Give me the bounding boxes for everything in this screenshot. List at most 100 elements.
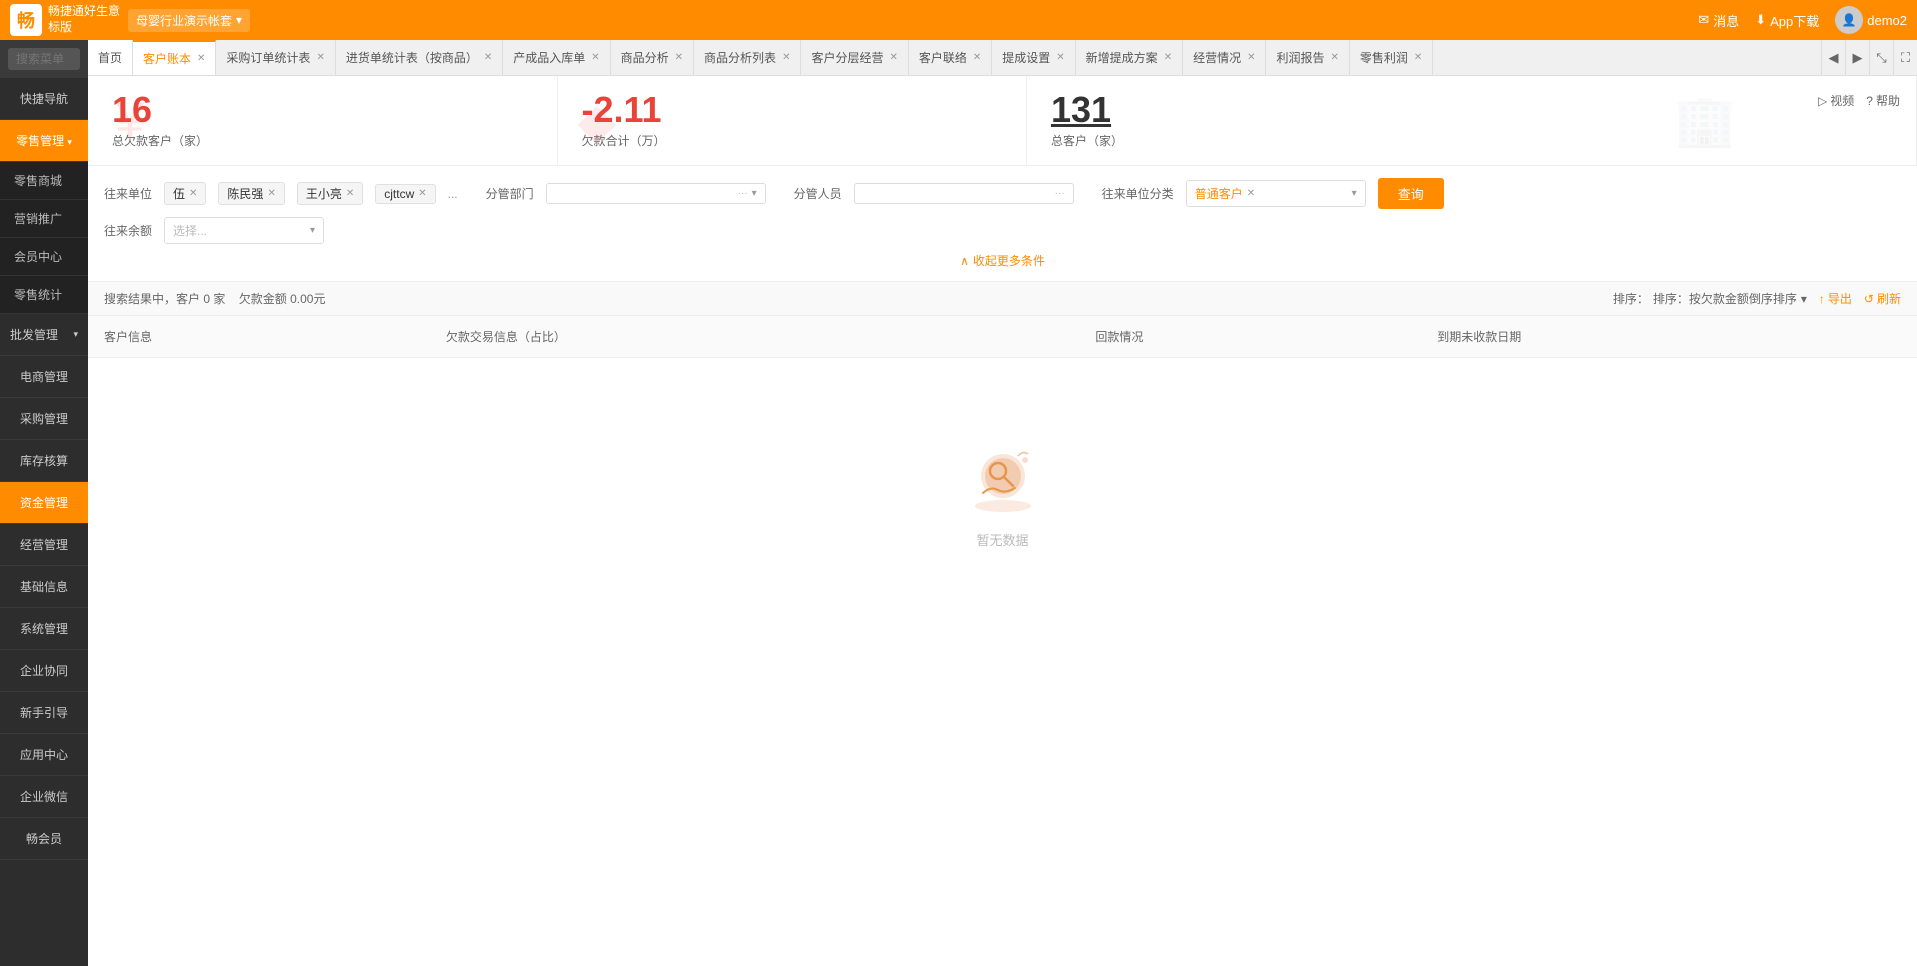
filter-tag-close-wu[interactable]: ✕ <box>189 188 197 199</box>
filter-tag-close-cjttcw[interactable]: ✕ <box>418 188 426 199</box>
refresh-button[interactable]: ↺ 刷新 <box>1864 290 1901 307</box>
tab-retail-profit[interactable]: 零售利润 ✕ <box>1350 40 1433 76</box>
sidebar-item-new-guide[interactable]: 新手引导 <box>0 692 88 734</box>
tab-close-new-promotion-plan[interactable]: ✕ <box>1164 52 1172 63</box>
export-button[interactable]: ↑ 导出 <box>1819 290 1852 307</box>
collapse-row: ∧ 收起更多条件 <box>104 252 1901 269</box>
tab-close-business-status[interactable]: ✕ <box>1247 52 1255 63</box>
user-avatar-btn[interactable]: 👤 demo2 <box>1835 6 1907 34</box>
sidebar-item-retail-stats[interactable]: 零售统计 <box>0 276 88 314</box>
main-layout: 快捷导航 零售管理 ▾ 零售商城 营销推广 会员中心 零售统计 批发管理 ▾ 电… <box>0 40 1917 966</box>
tab-close-product-purchase-list[interactable]: ✕ <box>591 52 599 63</box>
sidebar-item-vip-member[interactable]: 畅会员 <box>0 818 88 860</box>
tab-customer-ledger[interactable]: 客户账本 ✕ <box>133 40 216 76</box>
tab-profit-report[interactable]: 利润报告 ✕ <box>1266 40 1349 76</box>
tab-close-customer-segment[interactable]: ✕ <box>889 52 897 63</box>
sidebar-item-system-mgmt[interactable]: 系统管理 <box>0 608 88 650</box>
stat-icon-building: 🏢 <box>1674 91 1736 150</box>
stat-card-credit-customers: ¥ 16 总欠款客户（家） <box>88 76 558 165</box>
stat-value-total-customers: 131 <box>1051 92 1123 128</box>
tab-close-customer-ledger[interactable]: ✕ <box>197 53 205 64</box>
filter-dept-select[interactable]: ··· ▾ <box>546 183 766 204</box>
message-btn[interactable]: ✉ 消息 <box>1698 11 1739 30</box>
sidebar-item-wholesale-mgmt[interactable]: 批发管理 ▾ <box>0 314 88 356</box>
tab-close-profit-report[interactable]: ✕ <box>1331 52 1339 63</box>
filter-tag-unit-chenminqiang: 陈民强 ✕ <box>218 182 284 205</box>
search-result-text: 搜索结果中，客户 0 家 欠款金额 0.00元 <box>104 290 325 307</box>
sort-button[interactable]: 排序： 排序：按欠款金额倒序排序 ▾ <box>1613 290 1807 307</box>
table-header: 客户信息 欠款交易信息（占比） 回款情况 到期未收款日期 <box>88 316 1917 358</box>
sidebar-item-basic-info[interactable]: 基础信息 <box>0 566 88 608</box>
query-button[interactable]: 查询 <box>1378 178 1444 209</box>
sidebar-item-enterprise-coop[interactable]: 企业协同 <box>0 650 88 692</box>
help-btn[interactable]: ? 帮助 <box>1866 92 1900 109</box>
tab-nav-fullscreen[interactable]: ⛶ <box>1893 40 1917 76</box>
filter-tag-unit-cjttcw: cjttcw ✕ <box>375 184 435 204</box>
sidebar-item-retail-mall[interactable]: 零售商城 <box>0 162 88 200</box>
tab-nav-next[interactable]: ▶ <box>1845 40 1869 76</box>
app-download-btn[interactable]: ⬇ App下载 <box>1755 11 1819 30</box>
collapse-btn[interactable]: ∧ 收起更多条件 <box>960 252 1045 269</box>
sidebar-retail-sub: 零售商城 营销推广 会员中心 零售统计 <box>0 162 88 314</box>
filter-balance-select[interactable]: 选择... ▾ <box>164 217 324 244</box>
filter-row-1: 往来单位 伍 ✕ 陈民强 ✕ 王小亮 ✕ <box>104 178 1901 209</box>
tab-product-analysis[interactable]: 商品分析 ✕ <box>611 40 694 76</box>
logo-icon: 畅 <box>10 4 42 36</box>
filter-dept-label: 分管部门 <box>486 185 534 202</box>
tab-product-purchase-list[interactable]: 产成品入库单 ✕ <box>503 40 610 76</box>
avatar: 👤 <box>1835 6 1863 34</box>
results-right: 排序： 排序：按欠款金额倒序排序 ▾ ↑ 导出 ↺ 刷新 <box>1613 290 1901 307</box>
tab-close-product-analysis-list[interactable]: ✕ <box>782 52 790 63</box>
tab-close-purchase-stats-by-product[interactable]: ✕ <box>484 52 492 63</box>
tab-nav-prev[interactable]: ◀ <box>1821 40 1845 76</box>
top-bar: 畅 畅捷通好生意 标版 母婴行业演示帐套 ▾ ✉ 消息 ⬇ App下载 👤 <box>0 0 1917 40</box>
sidebar-item-operations-mgmt[interactable]: 经营管理 <box>0 524 88 566</box>
results-bar: 搜索结果中，客户 0 家 欠款金额 0.00元 排序： 排序：按欠款金额倒序排序 <box>88 282 1917 316</box>
account-dropdown[interactable]: 母婴行业演示帐套 ▾ <box>128 9 250 32</box>
filter-tag-close-ordinary[interactable]: ✕ <box>1247 188 1255 199</box>
col-overdue-tx-info: 欠款交易信息（占比） <box>430 316 1080 358</box>
tab-customer-contact[interactable]: 客户联络 ✕ <box>909 40 992 76</box>
tab-business-status[interactable]: 经营情况 ✕ <box>1183 40 1266 76</box>
filter-more-units[interactable]: ... <box>448 187 458 201</box>
top-bar-right: ✉ 消息 ⬇ App下载 👤 demo2 <box>1698 6 1907 34</box>
search-menu-input[interactable] <box>8 48 80 70</box>
tab-close-retail-profit[interactable]: ✕ <box>1414 52 1422 63</box>
sidebar-item-inventory-check[interactable]: 库存核算 <box>0 440 88 482</box>
sidebar-item-enterprise-wechat[interactable]: 企业微信 <box>0 776 88 818</box>
col-repayment: 回款情况 <box>1079 316 1421 358</box>
filter-tag-close-wangxiaoliang[interactable]: ✕ <box>346 188 354 199</box>
main-content: ¥ 16 总欠款客户（家） ◆ -2.11 欠款合计（万） <box>88 76 1917 966</box>
tab-close-product-analysis[interactable]: ✕ <box>675 52 683 63</box>
filter-area: 往来单位 伍 ✕ 陈民强 ✕ 王小亮 ✕ <box>88 166 1917 282</box>
sidebar-item-purchase-mgmt[interactable]: 采购管理 <box>0 398 88 440</box>
tab-purchase-order-stats[interactable]: 采购订单统计表 ✕ <box>216 40 335 76</box>
filter-person-select[interactable]: ··· <box>854 183 1074 204</box>
sidebar-item-finance-mgmt[interactable]: 资金管理 <box>0 482 88 524</box>
tab-customer-segment[interactable]: 客户分层经营 ✕ <box>801 40 908 76</box>
filter-unit-classify-select[interactable]: 普通客户 ✕ ▾ <box>1186 180 1366 207</box>
sidebar-item-quick-nav[interactable]: 快捷导航 <box>0 78 88 120</box>
sidebar-item-member-center[interactable]: 会员中心 <box>0 238 88 276</box>
tab-close-promotion-settings[interactable]: ✕ <box>1056 52 1064 63</box>
video-btn[interactable]: ▷ 视频 <box>1818 92 1854 109</box>
tab-promotion-settings[interactable]: 提成设置 ✕ <box>992 40 1075 76</box>
tab-product-analysis-list[interactable]: 商品分析列表 ✕ <box>694 40 801 76</box>
tab-new-promotion-plan[interactable]: 新增提成方案 ✕ <box>1076 40 1183 76</box>
stats-row: ¥ 16 总欠款客户（家） ◆ -2.11 欠款合计（万） <box>88 76 1917 166</box>
filter-tag-close-chenminqiang[interactable]: ✕ <box>267 188 275 199</box>
sidebar-item-retail-mgmt[interactable]: 零售管理 ▾ <box>0 120 88 162</box>
sidebar-item-marketing[interactable]: 营销推广 <box>0 200 88 238</box>
tab-purchase-stats-by-product[interactable]: 进货单统计表（按商品） ✕ <box>336 40 503 76</box>
tab-home[interactable]: 首页 <box>88 40 133 76</box>
tab-bar: 首页 客户账本 ✕ 采购订单统计表 ✕ 进货单统计表（按商品） ✕ 产成品入库单… <box>88 40 1917 76</box>
app-wrapper: 畅 畅捷通好生意 标版 母婴行业演示帐套 ▾ ✉ 消息 ⬇ App下载 👤 <box>0 0 1917 966</box>
tab-close-customer-contact[interactable]: ✕ <box>973 52 981 63</box>
sidebar-item-ecommerce-mgmt[interactable]: 电商管理 <box>0 356 88 398</box>
tab-nav-expand[interactable]: ⤡ <box>1869 40 1893 76</box>
col-due-date: 到期未收款日期 <box>1421 316 1917 358</box>
results-left: 搜索结果中，客户 0 家 欠款金额 0.00元 <box>104 290 325 307</box>
sidebar-item-app-center[interactable]: 应用中心 <box>0 734 88 776</box>
tab-close-purchase-order-stats[interactable]: ✕ <box>316 52 324 63</box>
content-area: 首页 客户账本 ✕ 采购订单统计表 ✕ 进货单统计表（按商品） ✕ 产成品入库单… <box>88 40 1917 966</box>
